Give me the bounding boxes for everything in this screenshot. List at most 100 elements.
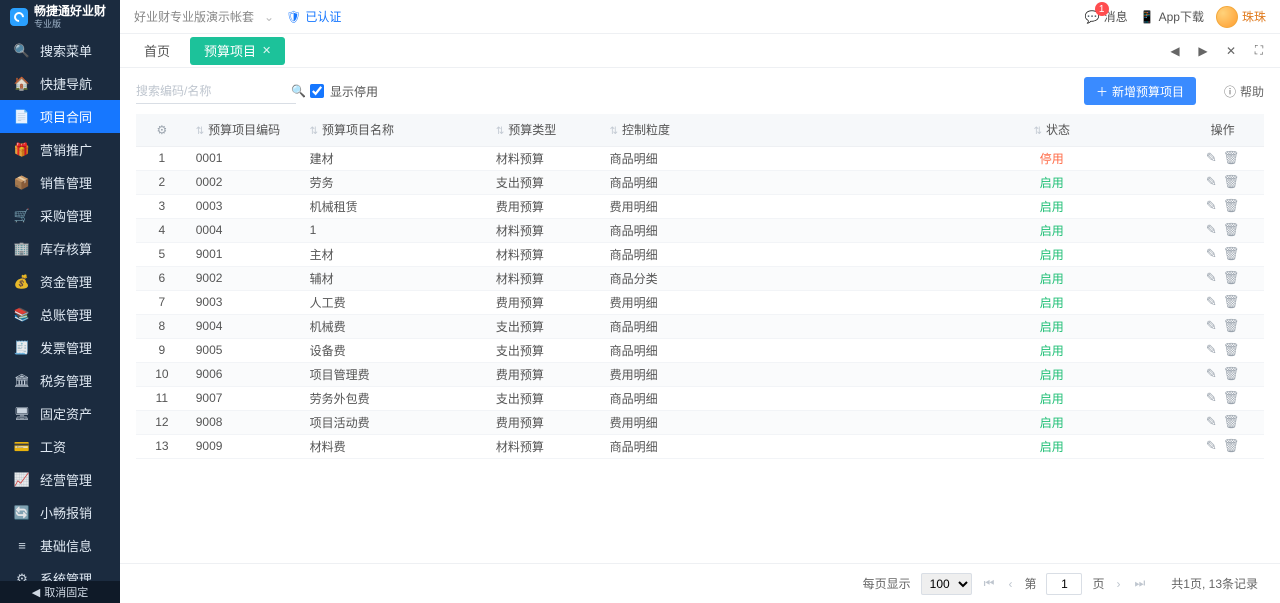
- table-row[interactable]: 139009材料费材料预算商品明细启用✎🗑: [136, 434, 1264, 458]
- tab-prev-button[interactable]: ◀: [1164, 40, 1186, 62]
- close-icon[interactable]: ✕: [262, 44, 271, 57]
- delete-icon[interactable]: 🗑: [1223, 390, 1240, 405]
- budget-table: ⚙ ⇅预算项目编码 ⇅预算项目名称 ⇅预算类型 ⇅控制粒度 ⇅状态 操作 100…: [136, 114, 1264, 459]
- col-type[interactable]: ⇅预算类型: [488, 114, 602, 146]
- edit-icon[interactable]: ✎: [1206, 366, 1217, 381]
- table-row[interactable]: 30003机械租赁费用预算费用明细启用✎🗑: [136, 194, 1264, 218]
- table-row[interactable]: 89004机械费支出预算商品明细启用✎🗑: [136, 314, 1264, 338]
- delete-icon[interactable]: 🗑: [1223, 342, 1240, 357]
- sidebar-item-8[interactable]: 📚总账管理: [0, 298, 120, 331]
- table-row[interactable]: 10001建材材料预算商品明细停用✎🗑: [136, 146, 1264, 170]
- tab-budget-item[interactable]: 预算项目 ✕: [190, 37, 285, 65]
- table-row[interactable]: 119007劳务外包费支出预算商品明细启用✎🗑: [136, 386, 1264, 410]
- delete-icon[interactable]: 🗑: [1223, 294, 1240, 309]
- edit-icon[interactable]: ✎: [1206, 390, 1217, 405]
- table-row[interactable]: 129008项目活动费费用预算费用明细启用✎🗑: [136, 410, 1264, 434]
- page-input[interactable]: [1046, 573, 1082, 595]
- unpin-button[interactable]: ◀ 取消固定: [0, 581, 120, 603]
- col-status[interactable]: ⇅状态: [922, 114, 1181, 146]
- edit-icon[interactable]: ✎: [1206, 342, 1217, 357]
- download-button[interactable]: 📱 App下载: [1140, 8, 1204, 25]
- sidebar-item-11[interactable]: 🖥固定资产: [0, 397, 120, 430]
- account-selector[interactable]: 好业财专业版演示帐套 ⌄: [134, 8, 274, 25]
- edit-icon[interactable]: ✎: [1206, 246, 1217, 261]
- tab-home[interactable]: 首页: [130, 37, 184, 65]
- delete-icon[interactable]: 🗑: [1223, 318, 1240, 333]
- delete-icon[interactable]: 🗑: [1223, 222, 1240, 237]
- search-box[interactable]: 🔍: [136, 78, 296, 104]
- sidebar-item-13[interactable]: 📈经营管理: [0, 463, 120, 496]
- cell-ops: ✎🗑: [1181, 146, 1264, 170]
- col-code[interactable]: ⇅预算项目编码: [188, 114, 302, 146]
- sidebar-item-10[interactable]: 🏛税务管理: [0, 364, 120, 397]
- sidebar-item-1[interactable]: 🏠快捷导航: [0, 67, 120, 100]
- edit-icon[interactable]: ✎: [1206, 318, 1217, 333]
- sidebar-item-12[interactable]: 💳工资: [0, 430, 120, 463]
- table-row[interactable]: 20002劳务支出预算商品明细启用✎🗑: [136, 170, 1264, 194]
- menu-icon: 🛒: [14, 208, 30, 224]
- help-icon: ⓘ: [1224, 83, 1236, 100]
- tab-close-all-button[interactable]: ✕: [1220, 40, 1242, 62]
- sidebar-item-15[interactable]: ≡基础信息: [0, 529, 120, 562]
- delete-icon[interactable]: 🗑: [1223, 270, 1240, 285]
- edit-icon[interactable]: ✎: [1206, 198, 1217, 213]
- first-page-button[interactable]: ⏮: [982, 576, 997, 591]
- table-row[interactable]: 79003人工费费用预算费用明细启用✎🗑: [136, 290, 1264, 314]
- delete-icon[interactable]: 🗑: [1223, 414, 1240, 429]
- sidebar-item-0[interactable]: 🔍搜索菜单: [0, 34, 120, 67]
- prev-page-button[interactable]: ‹: [1006, 577, 1014, 591]
- edit-icon[interactable]: ✎: [1206, 150, 1217, 165]
- sidebar-item-7[interactable]: 💰资金管理: [0, 265, 120, 298]
- sidebar-item-6[interactable]: 🏢库存核算: [0, 232, 120, 265]
- messages-button[interactable]: 💬 消息 1: [1085, 8, 1128, 25]
- show-disabled-checkbox[interactable]: 显示停用: [310, 83, 378, 100]
- sidebar-item-14[interactable]: 🔄小畅报销: [0, 496, 120, 529]
- delete-icon[interactable]: 🗑: [1223, 438, 1240, 453]
- col-name[interactable]: ⇅预算项目名称: [302, 114, 488, 146]
- delete-icon[interactable]: 🗑: [1223, 174, 1240, 189]
- table-row[interactable]: 99005设备费支出预算商品明细启用✎🗑: [136, 338, 1264, 362]
- table-row[interactable]: 69002辅材材料预算商品分类启用✎🗑: [136, 266, 1264, 290]
- per-page-select[interactable]: 100: [921, 573, 972, 595]
- user-menu[interactable]: 珠珠: [1216, 6, 1266, 28]
- sidebar-item-9[interactable]: 🧾发票管理: [0, 331, 120, 364]
- col-settings[interactable]: ⚙: [136, 114, 188, 146]
- edit-icon[interactable]: ✎: [1206, 438, 1217, 453]
- last-page-button[interactable]: ⏭: [1132, 576, 1147, 591]
- search-input[interactable]: [136, 84, 291, 98]
- cell-idx: 4: [136, 218, 188, 242]
- delete-icon[interactable]: 🗑: [1223, 198, 1240, 213]
- cell-code: 9002: [188, 266, 302, 290]
- menu-icon: 💰: [14, 274, 30, 290]
- help-button[interactable]: ⓘ 帮助: [1224, 83, 1264, 100]
- edit-icon[interactable]: ✎: [1206, 414, 1217, 429]
- delete-icon[interactable]: 🗑: [1223, 366, 1240, 381]
- edit-icon[interactable]: ✎: [1206, 270, 1217, 285]
- edit-icon[interactable]: ✎: [1206, 222, 1217, 237]
- per-page-label: 每页显示: [863, 575, 911, 592]
- table-row[interactable]: 59001主材材料预算商品明细启用✎🗑: [136, 242, 1264, 266]
- edit-icon[interactable]: ✎: [1206, 294, 1217, 309]
- delete-icon[interactable]: 🗑: [1223, 150, 1240, 165]
- cell-name: 劳务: [302, 170, 488, 194]
- sidebar-item-2[interactable]: 📄项目合同: [0, 100, 120, 133]
- col-gran[interactable]: ⇅控制粒度: [602, 114, 923, 146]
- delete-icon[interactable]: 🗑: [1223, 246, 1240, 261]
- tabbar: 首页 预算项目 ✕ ◀ ▶ ✕ ⛶: [120, 34, 1280, 68]
- sidebar-item-5[interactable]: 🛒采购管理: [0, 199, 120, 232]
- sidebar-item-16[interactable]: ⚙系统管理: [0, 562, 120, 581]
- fullscreen-button[interactable]: ⛶: [1248, 40, 1270, 62]
- sidebar-item-4[interactable]: 📦销售管理: [0, 166, 120, 199]
- tab-next-button[interactable]: ▶: [1192, 40, 1214, 62]
- add-budget-item-button[interactable]: ＋ 新增预算项目: [1084, 77, 1196, 105]
- show-disabled-input[interactable]: [310, 84, 324, 98]
- cell-type: 支出预算: [488, 386, 602, 410]
- sidebar-item-3[interactable]: 🎁营销推广: [0, 133, 120, 166]
- next-page-button[interactable]: ›: [1114, 577, 1122, 591]
- edit-icon[interactable]: ✎: [1206, 174, 1217, 189]
- table-row[interactable]: 109006项目管理费费用预算费用明细启用✎🗑: [136, 362, 1264, 386]
- cell-type: 支出预算: [488, 338, 602, 362]
- cell-name: 辅材: [302, 266, 488, 290]
- table-row[interactable]: 400041材料预算商品明细启用✎🗑: [136, 218, 1264, 242]
- search-icon[interactable]: 🔍: [291, 84, 306, 98]
